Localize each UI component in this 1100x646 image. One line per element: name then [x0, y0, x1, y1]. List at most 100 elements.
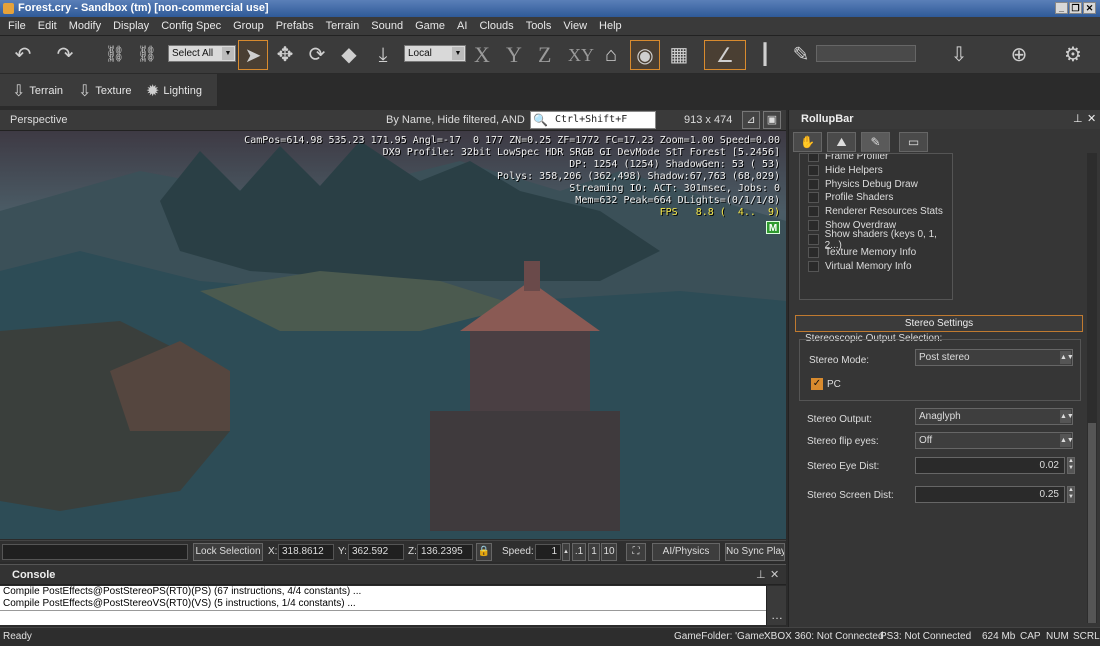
ruler-icon[interactable]: ┃ [750, 40, 780, 70]
coord-system-dropdown[interactable]: Local ▼ [404, 45, 466, 62]
selection-set-dropdown[interactable]: Select All ▼ [168, 45, 236, 62]
menu-game[interactable]: Game [415, 20, 445, 32]
lighting-button[interactable]: ✹ Lighting [146, 80, 202, 102]
rotate-icon[interactable]: ⟳ [302, 40, 332, 70]
checkbox[interactable] [808, 154, 819, 162]
lifebuoy-icon[interactable]: ⊕ [1004, 40, 1034, 70]
rollup-scrollbar[interactable] [1087, 153, 1097, 623]
terrain-follow-icon[interactable]: ⌂ [596, 40, 626, 70]
list-item[interactable]: Show shaders (keys 0, 1, 2...) [808, 229, 952, 251]
perspective-viewport[interactable]: CamPos=614.98 535.23 171.95 Angl=-17 0 1… [0, 131, 786, 539]
export-icon[interactable]: ⇩ [944, 40, 974, 70]
pin-icon[interactable]: ⊥ [756, 568, 766, 581]
menu-clouds[interactable]: Clouds [479, 20, 513, 32]
list-item[interactable]: Hide Helpers [808, 164, 883, 177]
speed-10-button[interactable]: 10 [601, 543, 617, 561]
ai-physics-button[interactable]: AI/Physics [652, 543, 720, 561]
menu-ai[interactable]: AI [457, 20, 467, 32]
menu-group[interactable]: Group [233, 20, 264, 32]
tab-terrain[interactable]: ⛰ [827, 132, 856, 152]
screen-dist-field[interactable]: 0.25 [915, 486, 1065, 503]
menu-view[interactable]: View [563, 20, 587, 32]
menu-tools[interactable]: Tools [526, 20, 552, 32]
restore-icon[interactable]: ❐ [1069, 2, 1082, 14]
lock-selection-button[interactable]: Lock Selection [193, 543, 263, 561]
menu-file[interactable]: File [8, 20, 26, 32]
pc-checkbox[interactable]: ✓ [811, 378, 823, 390]
object-search-input[interactable]: 🔍 Ctrl+Shift+F [530, 111, 656, 129]
flip-eyes-dropdown[interactable]: Off ▲▼ [915, 432, 1074, 449]
close-icon[interactable]: ✕ [1083, 2, 1096, 14]
undo-icon[interactable]: ↶ [8, 40, 38, 70]
gear-icon[interactable]: ⚙ [1058, 40, 1088, 70]
link-icon[interactable]: ⛓ [100, 40, 130, 70]
menu-edit[interactable]: Edit [38, 20, 57, 32]
pin-icon[interactable]: ⊥ [1073, 110, 1083, 129]
no-sync-player-button[interactable]: No Sync Playe [725, 543, 785, 561]
menu-sound[interactable]: Sound [371, 20, 403, 32]
tab-modify[interactable]: ✎ [861, 132, 890, 152]
console-input[interactable] [0, 610, 766, 625]
status-input[interactable] [2, 544, 188, 560]
axis-x-button[interactable]: X [474, 40, 490, 70]
drop-icon[interactable]: ⤓ [368, 40, 398, 70]
console-output[interactable]: Compile PostEffects@PostStereoPS(RT0)(PS… [0, 586, 766, 610]
menu-help[interactable]: Help [599, 20, 622, 32]
list-item[interactable]: Renderer Resources Stats [808, 205, 943, 218]
stereo-settings-header[interactable]: Stereo Settings [795, 315, 1083, 332]
axis-z-button[interactable]: Z [538, 40, 551, 70]
tab-objects[interactable]: ✋ [793, 132, 822, 152]
eye-dist-field[interactable]: 0.02 [915, 457, 1065, 474]
terrain-button[interactable]: ⇩ Terrain [12, 80, 63, 102]
checkbox[interactable] [808, 220, 819, 231]
list-item[interactable]: Texture Memory Info [808, 246, 916, 259]
speed-spinner-icon[interactable]: ▲ [562, 543, 570, 561]
minimize-icon[interactable]: _ [1055, 2, 1068, 14]
menu-config-spec[interactable]: Config Spec [161, 20, 221, 32]
tab-display[interactable]: ▭ [899, 132, 928, 152]
screen-dist-spinner-icon[interactable]: ▲ ▼ [1067, 486, 1075, 503]
redo-icon[interactable]: ↷ [50, 40, 80, 70]
menu-terrain[interactable]: Terrain [326, 20, 360, 32]
edit-object-icon[interactable]: ✎ [786, 40, 816, 70]
texture-button[interactable]: ⇩ Texture [78, 80, 131, 102]
stereo-output-dropdown[interactable]: Anaglyph ▲▼ [915, 408, 1074, 425]
axis-xy-button[interactable]: XY [568, 40, 594, 70]
scrollbar-thumb[interactable] [1088, 423, 1096, 623]
menu-prefabs[interactable]: Prefabs [276, 20, 314, 32]
console-scrollbar[interactable]: … [766, 586, 786, 625]
speed-1-button[interactable]: 1 [588, 543, 600, 561]
checkbox[interactable] [808, 261, 819, 272]
grid-icon[interactable]: ▦ [664, 40, 694, 70]
speed-01-button[interactable]: .1 [572, 543, 586, 561]
list-item[interactable]: Physics Debug Draw [808, 178, 918, 191]
maximize-viewport-icon[interactable]: ▣ [763, 111, 781, 129]
stereo-mode-dropdown[interactable]: Post stereo ▲▼ [915, 349, 1074, 366]
unlink-icon[interactable]: ⛓ [132, 40, 162, 70]
eye-dist-spinner-icon[interactable]: ▲ ▼ [1067, 457, 1075, 474]
x-coord-field[interactable]: 318.8612 [278, 544, 334, 560]
checkbox[interactable] [808, 179, 819, 190]
console-close-icon[interactable]: ✕ [770, 568, 779, 581]
menu-modify[interactable]: Modify [69, 20, 101, 32]
axis-y-button[interactable]: Y [506, 40, 522, 70]
network-icon[interactable]: ⛶ [626, 543, 646, 561]
checkbox[interactable] [808, 234, 819, 245]
speed-field[interactable]: 1 [535, 544, 561, 560]
list-item[interactable]: Virtual Memory Info [808, 260, 912, 273]
lock-icon[interactable]: 🔒 [476, 543, 492, 561]
angle-snap-icon[interactable]: ∠ [704, 40, 746, 70]
select-arrow-icon[interactable]: ➤ [238, 40, 268, 70]
list-item[interactable]: Frame Profiler [808, 154, 888, 163]
rollup-close-icon[interactable]: ✕ [1087, 110, 1096, 129]
scale-icon[interactable]: ◆ [334, 40, 364, 70]
checkbox[interactable] [808, 206, 819, 217]
checkbox[interactable] [808, 192, 819, 203]
layer-dropdown[interactable] [816, 45, 916, 62]
eye-icon[interactable]: ◉ [630, 40, 660, 70]
move-icon[interactable]: ✥ [270, 40, 300, 70]
viewport-options-icon[interactable]: ⊿ [742, 111, 760, 129]
menu-display[interactable]: Display [113, 20, 149, 32]
more-icon[interactable]: … [771, 608, 783, 622]
y-coord-field[interactable]: 362.592 [348, 544, 404, 560]
